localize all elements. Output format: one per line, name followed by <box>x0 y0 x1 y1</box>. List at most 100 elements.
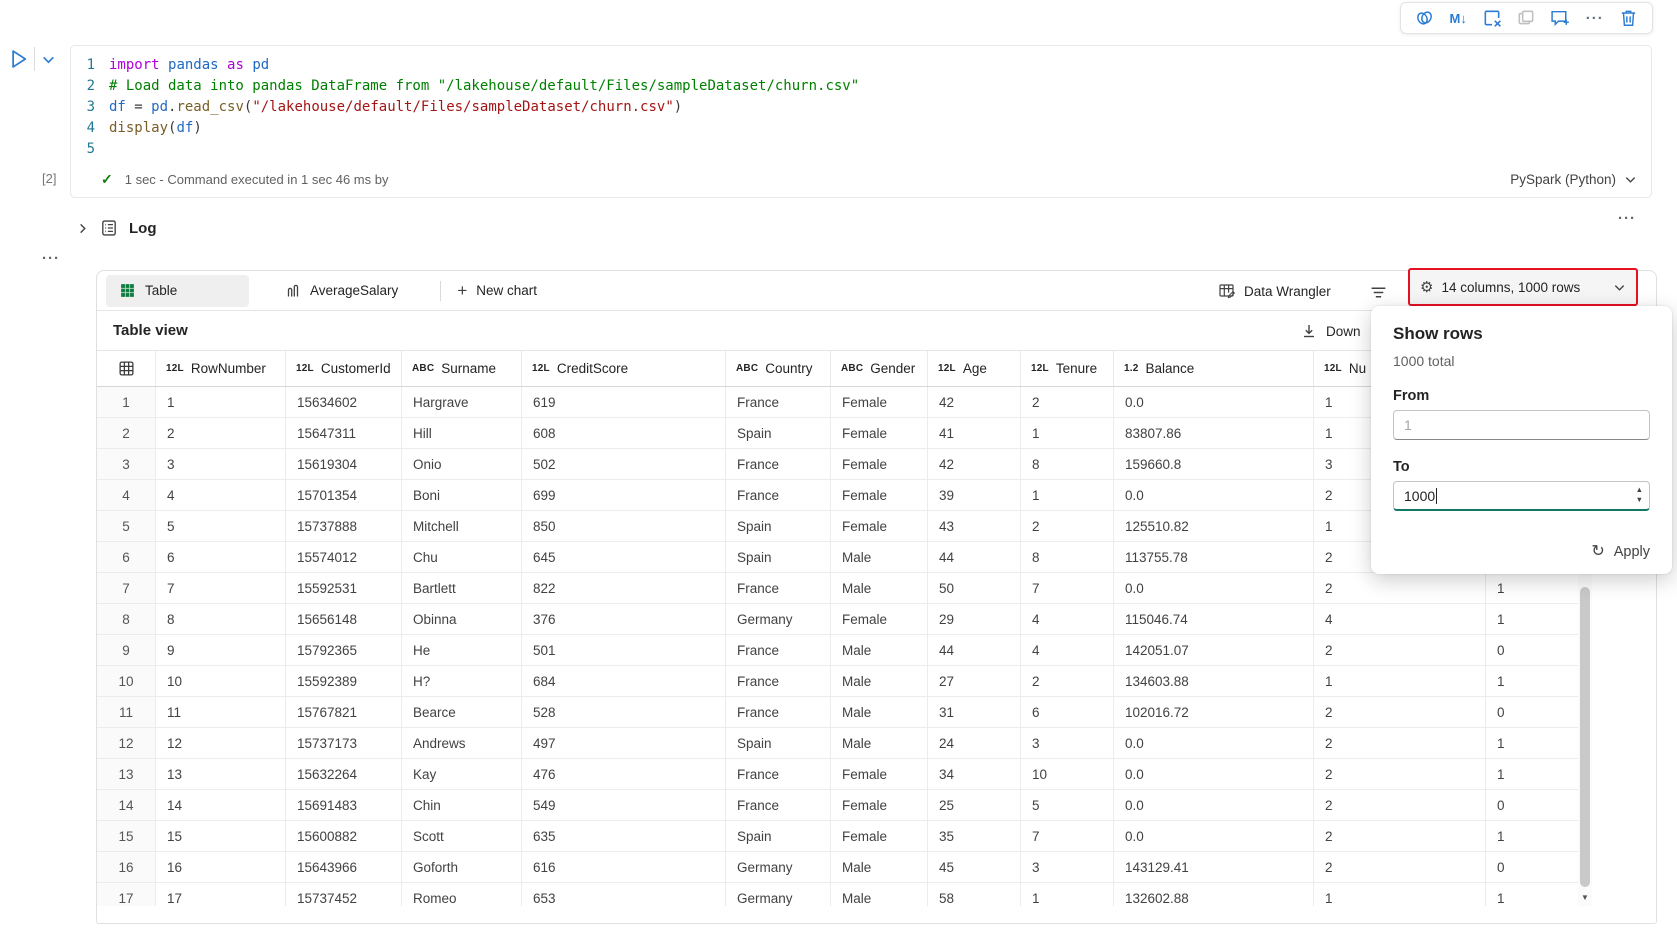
download-button[interactable]: Down <box>1301 311 1361 351</box>
column-type-badge: 12L <box>938 363 956 374</box>
table-cell: Female <box>831 480 928 510</box>
table-cell: 684 <box>522 666 726 696</box>
data-wrangler-button[interactable]: Data Wrangler <box>1218 271 1331 311</box>
row-index-cell: 1 <box>97 387 156 417</box>
number-spinner[interactable]: ▲ ▼ <box>1636 485 1643 505</box>
tab-table[interactable]: Table <box>106 275 249 307</box>
code-cell[interactable]: 1import pandas as pd2# Load data into pa… <box>70 45 1652 198</box>
table-cell: Female <box>831 821 928 851</box>
code-editor[interactable]: 1import pandas as pd2# Load data into pa… <box>71 55 1631 160</box>
row-index-cell: 14 <box>97 790 156 820</box>
run-cell-button[interactable] <box>8 48 28 70</box>
tab-table-label: Table <box>145 283 177 298</box>
table-cell: France <box>726 449 831 479</box>
table-cell: Female <box>831 418 928 448</box>
output-more-actions-icon[interactable]: ··· <box>42 250 60 267</box>
table-cell: 2 <box>1314 573 1486 603</box>
data-wrangler-icon <box>1218 282 1236 300</box>
table-row: 121215737173Andrews497SpainMale2430.021 <box>97 728 1592 759</box>
table-view-header: Table view Down <box>97 311 1592 351</box>
apply-button[interactable]: ↻ Apply <box>1591 544 1650 560</box>
scroll-down-icon[interactable]: ▼ <box>1578 889 1592 906</box>
table-cell: 142051.07 <box>1114 635 1314 665</box>
kernel-label: PySpark (Python) <box>1510 172 1616 187</box>
table-cell: 44 <box>928 542 1021 572</box>
chevron-right-icon <box>76 222 89 235</box>
table-cell: 0 <box>1486 790 1592 820</box>
column-header-RowNumber[interactable]: 12LRowNumber <box>156 351 286 386</box>
table-cell: Andrews <box>402 728 522 758</box>
select-all-cell[interactable] <box>97 351 156 386</box>
run-options-chevron-icon[interactable] <box>41 52 56 67</box>
output-tab-bar: Table AverageSalary + New chart Data Wra… <box>97 271 1656 311</box>
table-cell: 15647311 <box>286 418 402 448</box>
table-cell: 1 <box>1021 480 1114 510</box>
to-input[interactable] <box>1393 481 1650 511</box>
more-actions-icon[interactable]: ··· <box>1584 7 1606 29</box>
column-header-Surname[interactable]: ABCSurname <box>402 351 522 386</box>
table-cell: Male <box>831 697 928 727</box>
spinner-down-icon[interactable]: ▼ <box>1636 495 1643 505</box>
table-cell: 25 <box>928 790 1021 820</box>
from-input[interactable] <box>1393 410 1650 440</box>
column-header-Country[interactable]: ABCCountry <box>726 351 831 386</box>
clear-output-icon[interactable] <box>1481 7 1503 29</box>
table-cell: 7 <box>1021 821 1114 851</box>
kernel-selector[interactable]: PySpark (Python) <box>1510 172 1637 187</box>
column-label: Tenure <box>1056 361 1097 376</box>
delete-cell-icon[interactable] <box>1618 7 1640 29</box>
table-cell: 31 <box>928 697 1021 727</box>
table-cell: 502 <box>522 449 726 479</box>
column-label: CreditScore <box>557 361 628 376</box>
table-settings-button[interactable]: ⚙ 14 columns, 1000 rows <box>1408 268 1638 306</box>
column-header-CreditScore[interactable]: 12LCreditScore <box>522 351 726 386</box>
table-cell: 376 <box>522 604 726 634</box>
row-index-cell: 3 <box>97 449 156 479</box>
copy-cell-icon[interactable] <box>1515 7 1537 29</box>
table-cell: 17 <box>156 883 286 906</box>
rows-total-text: 1000 total <box>1393 353 1650 369</box>
table-cell: France <box>726 666 831 696</box>
table-cell: He <box>402 635 522 665</box>
column-header-Age[interactable]: 12LAge <box>928 351 1021 386</box>
table-cell: Obinna <box>402 604 522 634</box>
table-cell: 24 <box>928 728 1021 758</box>
table-cell: Goforth <box>402 852 522 882</box>
tab-averagesalary[interactable]: AverageSalary <box>285 283 398 299</box>
column-header-Gender[interactable]: ABCGender <box>831 351 928 386</box>
table-cell: 15656148 <box>286 604 402 634</box>
column-header-CustomerId[interactable]: 12LCustomerId <box>286 351 402 386</box>
add-comment-icon[interactable] <box>1550 7 1572 29</box>
convert-to-markdown-icon[interactable]: M↓ <box>1447 7 1469 29</box>
table-cell: 619 <box>522 387 726 417</box>
new-chart-button[interactable]: + New chart <box>457 282 537 299</box>
table-cell: Spain <box>726 542 831 572</box>
table-cell: 1 <box>156 387 286 417</box>
line-number: 2 <box>71 76 95 97</box>
column-header-Tenure[interactable]: 12LTenure <box>1021 351 1114 386</box>
row-index-cell: 15 <box>97 821 156 851</box>
row-index-cell: 8 <box>97 604 156 634</box>
table-cell: 4 <box>1021 635 1114 665</box>
data-wrangler-label: Data Wrangler <box>1244 284 1331 299</box>
table-cell: Romeo <box>402 883 522 906</box>
filter-icon[interactable] <box>1365 279 1391 305</box>
column-header-Balance[interactable]: 1.2Balance <box>1114 351 1314 386</box>
log-section-toggle[interactable]: Log <box>76 214 157 242</box>
line-number: 1 <box>71 55 95 76</box>
table-cell: Chin <box>402 790 522 820</box>
log-more-actions-icon[interactable]: ··· <box>1618 210 1636 227</box>
table-cell: Bartlett <box>402 573 522 603</box>
table-cell: 549 <box>522 790 726 820</box>
row-index-cell: 16 <box>97 852 156 882</box>
vertical-scroll-thumb[interactable] <box>1580 587 1590 887</box>
table-cell: 27 <box>928 666 1021 696</box>
line-number: 3 <box>71 97 95 118</box>
table-cell: Male <box>831 852 928 882</box>
copilot-icon[interactable] <box>1413 7 1435 29</box>
spinner-up-icon[interactable]: ▲ <box>1636 485 1643 495</box>
table-cell: 102016.72 <box>1114 697 1314 727</box>
cell-status-row: ✓ 1 sec - Command executed in 1 sec 46 m… <box>71 168 1651 190</box>
table-cell: Female <box>831 759 928 789</box>
table-cell: 1 <box>1486 573 1592 603</box>
